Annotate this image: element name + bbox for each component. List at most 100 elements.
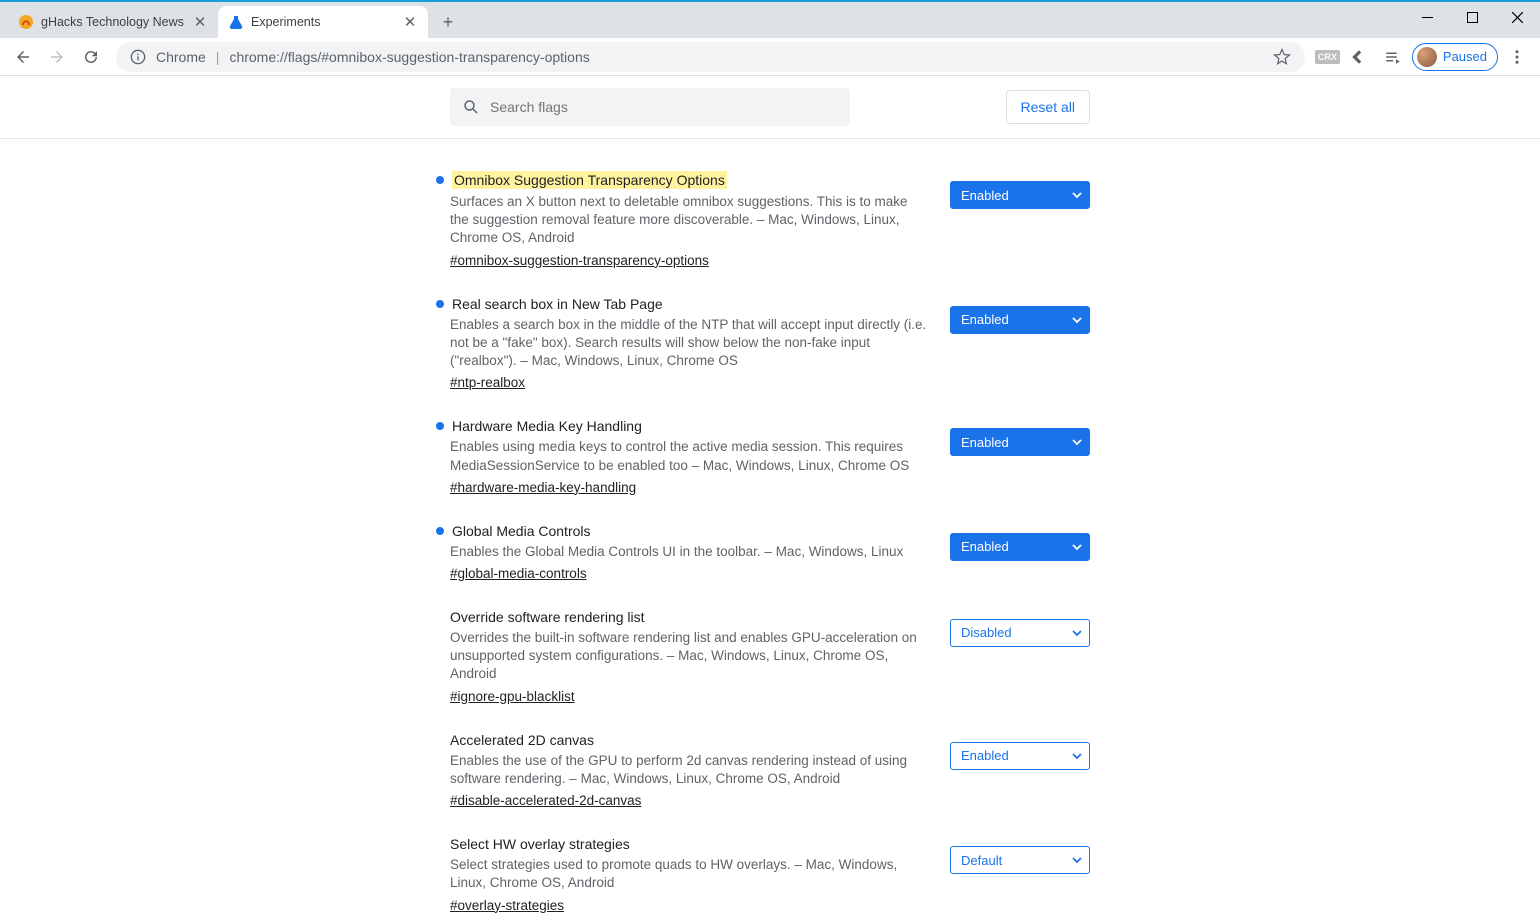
tabstrip: gHacks Technology News ✕ Experiments ✕ + (0, 2, 462, 38)
flag-row: Override software rendering list Override… (450, 595, 1090, 718)
flag-title: Select HW overlay strategies (450, 836, 630, 852)
flag-select: DefaultEnabledDisabled (950, 619, 1090, 647)
flag-state-select[interactable]: DefaultEnabledDisabled (950, 846, 1090, 874)
profile-button[interactable]: Paused (1412, 43, 1498, 71)
media-controls-icon[interactable] (1378, 42, 1408, 72)
new-tab-button[interactable]: + (434, 8, 462, 36)
flag-main: Override software rendering list Override… (450, 609, 930, 706)
search-icon (462, 98, 480, 116)
flag-title-row: Omnibox Suggestion Transparency Options (450, 171, 930, 189)
flag-title-row: Global Media Controls (450, 523, 930, 539)
flag-main: Global Media ControlsEnables the Global … (450, 523, 930, 583)
flag-anchor-link[interactable]: #disable-accelerated-2d-canvas (450, 793, 641, 808)
flag-select: DefaultEnabledDisabled (950, 181, 1090, 209)
flag-description: Surfaces an X button next to deletable o… (450, 193, 930, 248)
select-wrap: DefaultEnabledDisabled (950, 742, 1090, 770)
select-wrap: DefaultEnabledDisabled (950, 533, 1090, 561)
page-content[interactable]: Reset all Omnibox Suggestion Transparenc… (0, 76, 1540, 915)
flag-anchor-link[interactable]: #global-media-controls (450, 566, 587, 581)
search-input[interactable] (490, 99, 838, 115)
flag-anchor-link[interactable]: #omnibox-suggestion-transparency-options (450, 253, 709, 268)
flag-select: DefaultEnabledDisabled (950, 306, 1090, 334)
omnibox-url: chrome://flags/#omnibox-suggestion-trans… (229, 49, 589, 65)
flags-list: Omnibox Suggestion Transparency Options S… (450, 157, 1090, 915)
flag-anchor-link[interactable]: #ignore-gpu-blacklist (450, 689, 575, 704)
flag-state-select[interactable]: DefaultEnabledDisabled (950, 306, 1090, 334)
close-window-button[interactable] (1495, 2, 1540, 32)
omnibox[interactable]: Chrome | chrome://flags/#omnibox-suggest… (116, 42, 1305, 72)
flag-main: Select HW overlay strategies Select strat… (450, 836, 930, 914)
omnibox-separator: | (216, 49, 220, 65)
flag-description: Enables the use of the GPU to perform 2d… (450, 752, 930, 788)
forward-button[interactable] (42, 42, 72, 72)
reset-all-button[interactable]: Reset all (1006, 90, 1090, 124)
flag-state-select[interactable]: DefaultEnabledDisabled (950, 742, 1090, 770)
site-info-icon[interactable] (130, 49, 146, 65)
flag-title: Global Media Controls (452, 523, 591, 539)
tab-title: gHacks Technology News (41, 15, 185, 29)
select-wrap: DefaultEnabledDisabled (950, 846, 1090, 874)
window-controls (1405, 2, 1540, 32)
flag-row: Global Media ControlsEnables the Global … (450, 509, 1090, 595)
select-wrap: DefaultEnabledDisabled (950, 306, 1090, 334)
flag-main: Accelerated 2D canvas Enables the use of … (450, 732, 930, 810)
flag-select: DefaultEnabledDisabled (950, 428, 1090, 456)
flag-main: Omnibox Suggestion Transparency Options S… (450, 171, 930, 270)
tab-experiments[interactable]: Experiments ✕ (218, 6, 428, 38)
flag-title: Override software rendering list (450, 609, 645, 625)
flag-anchor-link[interactable]: #ntp-realbox (450, 375, 525, 390)
flag-title-row: Override software rendering list (450, 609, 930, 625)
avatar (1417, 47, 1437, 67)
profile-label: Paused (1443, 49, 1487, 64)
modified-bullet-icon (436, 527, 444, 535)
flag-row: Hardware Media Key Handling Enables using… (450, 404, 1090, 508)
flags-header: Reset all (0, 76, 1540, 139)
reload-button[interactable] (76, 42, 106, 72)
flag-select: DefaultEnabledDisabled (950, 533, 1090, 561)
flag-main: Real search box in New Tab Page Enables a… (450, 296, 930, 393)
browser-toolbar: Chrome | chrome://flags/#omnibox-suggest… (0, 38, 1540, 76)
flag-title-row: Hardware Media Key Handling (450, 418, 930, 434)
modified-bullet-icon (436, 176, 444, 184)
flag-title: Accelerated 2D canvas (450, 732, 594, 748)
flag-description: Enables using media keys to control the … (450, 438, 930, 474)
modified-bullet-icon (436, 422, 444, 430)
modified-bullet-icon (436, 300, 444, 308)
minimize-button[interactable] (1405, 2, 1450, 32)
close-icon[interactable]: ✕ (192, 14, 208, 30)
flag-title: Real search box in New Tab Page (452, 296, 663, 312)
flag-title: Hardware Media Key Handling (452, 418, 642, 434)
extension-badge[interactable]: CRX (1315, 50, 1340, 64)
select-wrap: DefaultEnabledDisabled (950, 428, 1090, 456)
flag-row: Real search box in New Tab Page Enables a… (450, 282, 1090, 405)
flag-select: DefaultEnabledDisabled (950, 742, 1090, 770)
back-button[interactable] (8, 42, 38, 72)
flag-title-row: Real search box in New Tab Page (450, 296, 930, 312)
flag-state-select[interactable]: DefaultEnabledDisabled (950, 619, 1090, 647)
flag-main: Hardware Media Key Handling Enables using… (450, 418, 930, 496)
bookmark-star-icon[interactable] (1273, 48, 1291, 66)
flag-row: Accelerated 2D canvas Enables the use of … (450, 718, 1090, 822)
tab-ghacks[interactable]: gHacks Technology News ✕ (8, 6, 218, 38)
flag-anchor-link[interactable]: #hardware-media-key-handling (450, 480, 636, 495)
favicon-flask (228, 14, 244, 30)
flag-title: Omnibox Suggestion Transparency Options (452, 171, 727, 189)
tab-title: Experiments (251, 15, 395, 29)
close-icon[interactable]: ✕ (402, 14, 418, 30)
flag-state-select[interactable]: DefaultEnabledDisabled (950, 533, 1090, 561)
flag-state-select[interactable]: DefaultEnabledDisabled (950, 428, 1090, 456)
flag-row: Select HW overlay strategies Select strat… (450, 822, 1090, 915)
flag-anchor-link[interactable]: #overlay-strategies (450, 898, 564, 913)
maximize-button[interactable] (1450, 2, 1495, 32)
flag-row: Omnibox Suggestion Transparency Options S… (450, 157, 1090, 282)
flag-description: Overrides the built-in software renderin… (450, 629, 930, 684)
menu-icon[interactable] (1502, 42, 1532, 72)
search-flags-box[interactable] (450, 88, 850, 126)
flag-title-row: Select HW overlay strategies (450, 836, 930, 852)
flag-description: Select strategies used to promote quads … (450, 856, 930, 892)
flag-select: DefaultEnabledDisabled (950, 846, 1090, 874)
extension-icon[interactable] (1344, 42, 1374, 72)
flag-description: Enables a search box in the middle of th… (450, 316, 930, 371)
flag-state-select[interactable]: DefaultEnabledDisabled (950, 181, 1090, 209)
select-wrap: DefaultEnabledDisabled (950, 619, 1090, 647)
